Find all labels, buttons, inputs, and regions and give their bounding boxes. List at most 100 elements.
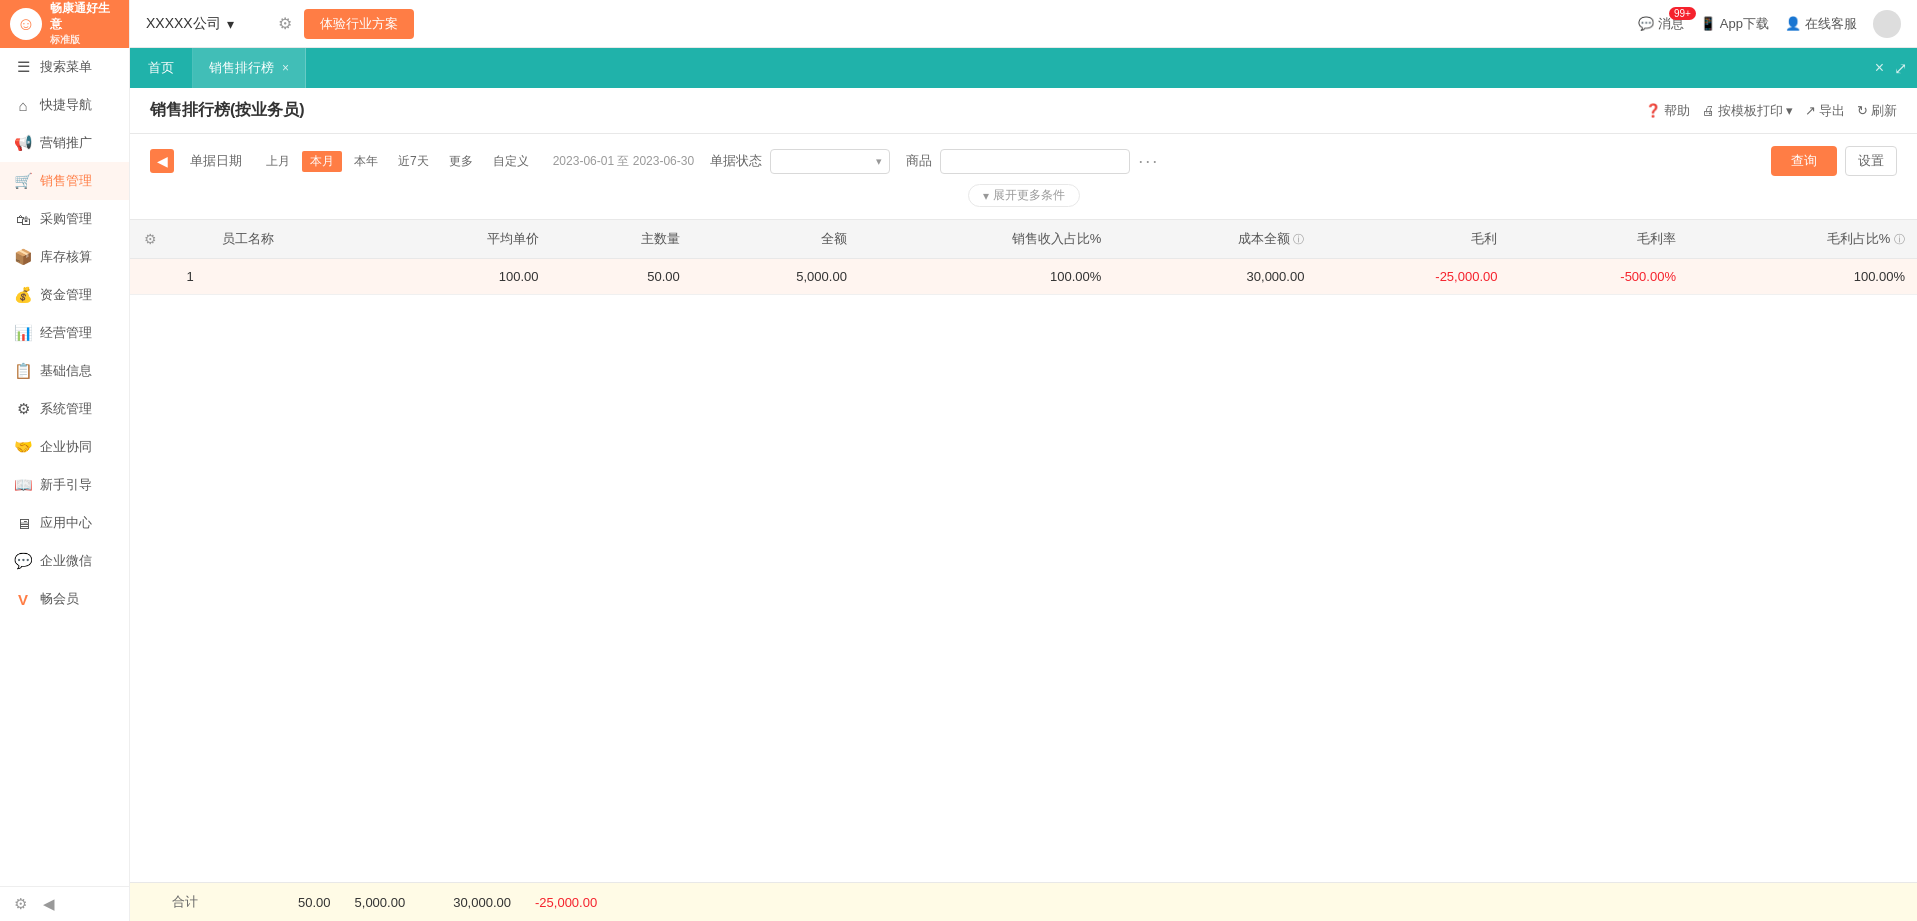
finance-icon: 💰 [14,286,32,304]
trial-button[interactable]: 体验行业方案 [304,9,414,39]
sidebar-settings-icon[interactable]: ⚙ [14,895,27,913]
gross-pct-info-icon[interactable]: ⓘ [1894,233,1905,245]
column-settings-icon[interactable]: ⚙ [144,231,157,247]
tab-sales-ranking[interactable]: 销售排行榜 × [193,48,306,88]
sidebar-bottom: ⚙ ◀ [0,886,129,921]
search-menu-icon: ☰ [14,58,32,76]
topbar-right: 💬 消息 99+ 📱 App下载 👤 在线客服 [1638,10,1901,38]
rank-header [170,220,210,259]
company-name: XXXXX公司 [146,15,221,33]
date-tab-custom[interactable]: 自定义 [485,151,537,172]
download-icon: 📱 [1700,16,1716,31]
tabbar: 首页 销售排行榜 × × ⤢ [130,48,1917,88]
logo-text: 畅康通好生意 标准版 [50,1,119,46]
main-qty-header: 主数量 [551,220,692,259]
footer-cost: 30,000.00 [441,895,523,910]
table-row: 1 100.00 50.00 5,000.00 100.00% 30,000.0… [130,259,1917,295]
footer-gross: -25,000.00 [523,895,609,910]
sidebar-item-inventory[interactable]: 📦 库存核算 [0,238,129,276]
company-selector[interactable]: XXXXX公司 ▾ [146,15,266,33]
service-icon: 👤 [1785,16,1801,31]
sidebar-item-system[interactable]: ⚙ 系统管理 [0,390,129,428]
expand-conditions-button[interactable]: ▾ 展开更多条件 [968,184,1080,207]
avg-price-header: 平均单价 [380,220,550,259]
tab-close-icon[interactable]: × [282,61,289,75]
sidebar-item-sales[interactable]: 🛒 销售管理 [0,162,129,200]
date-tab-7days[interactable]: 近7天 [390,151,437,172]
help-icon: ❓ [1645,103,1661,118]
footer-cells: 50.00 5,000.00 30,000.00 -25,000.00 [262,895,1905,910]
sidebar-item-collab[interactable]: 🤝 企业协同 [0,428,129,466]
collab-icon: 🤝 [14,438,32,456]
message-button[interactable]: 💬 消息 99+ [1638,15,1684,33]
table-wrap: ⚙ 员工名称 平均单价 主数量 全额 销售收入占比% 成本全额 ⓘ 毛利 [130,220,1917,882]
cost-info-icon[interactable]: ⓘ [1293,233,1304,245]
print-button[interactable]: 🖨 按模板打印 ▾ [1702,102,1793,120]
footer-label: 合计 [142,893,262,911]
topbar: XXXXX公司 ▾ ⚙ 体验行业方案 💬 消息 99+ 📱 App下载 👤 在线… [130,0,1917,48]
window-expand-icon[interactable]: ⤢ [1894,59,1907,78]
avg-price-cell: 100.00 [380,259,550,295]
date-tab-prev-month[interactable]: 上月 [258,151,298,172]
user-avatar[interactable] [1873,10,1901,38]
company-arrow-icon: ▾ [227,16,234,32]
data-table: ⚙ 员工名称 平均单价 主数量 全额 销售收入占比% 成本全额 ⓘ 毛利 [130,220,1917,295]
employee-header: 员工名称 [210,220,380,259]
tabbar-right: × ⤢ [1865,48,1917,88]
topbar-settings-icon[interactable]: ⚙ [278,14,292,33]
app-center-icon: 🖥 [14,515,32,532]
gross-pct-header: 毛利占比% ⓘ [1688,220,1917,259]
sidebar-item-marketing[interactable]: 📢 营销推广 [0,124,129,162]
filter-row: ◀ 单据日期 上月 本月 本年 近7天 更多 自定义 2023-06-01 至 … [150,146,1897,176]
wechat-icon: 💬 [14,552,32,570]
export-icon: ↗ [1805,103,1816,118]
sidebar-item-quick-nav[interactable]: ⌂ 快捷导航 [0,86,129,124]
sidebar-collapse-icon[interactable]: ◀ [43,895,55,913]
date-tab-more[interactable]: 更多 [441,151,481,172]
status-label: 单据状态 [710,152,762,170]
goods-input[interactable] [940,149,1130,174]
sidebar-item-operations[interactable]: 📊 经营管理 [0,314,129,352]
footer-avg-price [262,895,286,910]
system-icon: ⚙ [14,400,32,418]
marketing-icon: 📢 [14,134,32,152]
sidebar-item-finance[interactable]: 💰 资金管理 [0,276,129,314]
gross-cell: -25,000.00 [1316,259,1509,295]
table-footer: 合计 50.00 5,000.00 30,000.00 -25,000.00 [130,882,1917,921]
window-close-icon[interactable]: × [1875,59,1884,77]
status-select[interactable] [770,149,890,174]
sidebar-item-search[interactable]: ☰ 搜索菜单 [0,48,129,86]
amount-cell: 5,000.00 [692,259,859,295]
operations-icon: 📊 [14,324,32,342]
sidebar-item-wechat[interactable]: 💬 企业微信 [0,542,129,580]
filter-actions: 查询 设置 [1771,146,1897,176]
more-filters-icon[interactable]: ··· [1138,151,1159,172]
main-area: XXXXX公司 ▾ ⚙ 体验行业方案 💬 消息 99+ 📱 App下载 👤 在线… [130,0,1917,921]
status-select-wrap[interactable] [770,149,890,174]
home-icon: ⌂ [14,97,32,114]
gross-rate-header: 毛利率 [1509,220,1687,259]
app-download-button[interactable]: 📱 App下载 [1700,15,1769,33]
sidebar-item-basic-info[interactable]: 📋 基础信息 [0,352,129,390]
sidebar-item-purchase[interactable]: 🛍 采购管理 [0,200,129,238]
content-area: 销售排行榜(按业务员) ❓ 帮助 🖨 按模板打印 ▾ ↗ 导出 ↻ 刷新 [130,88,1917,921]
page-header: 销售排行榜(按业务员) ❓ 帮助 🖨 按模板打印 ▾ ↗ 导出 ↻ 刷新 [130,88,1917,134]
filter-collapse-button[interactable]: ◀ [150,149,174,173]
expand-icon: ▾ [983,189,989,203]
refresh-button[interactable]: ↻ 刷新 [1857,102,1897,120]
help-button[interactable]: ❓ 帮助 [1645,102,1690,120]
tab-home[interactable]: 首页 [130,48,193,88]
gross-header: 毛利 [1316,220,1509,259]
sidebar-item-guide[interactable]: 📖 新手引导 [0,466,129,504]
sidebar-item-member[interactable]: V 畅会员 [0,580,129,618]
status-filter-group: 单据状态 [710,149,890,174]
online-service-button[interactable]: 👤 在线客服 [1785,15,1857,33]
date-tab-this-month[interactable]: 本月 [302,151,342,172]
sidebar-item-app-center[interactable]: 🖥 应用中心 [0,504,129,542]
date-tab-this-year[interactable]: 本年 [346,151,386,172]
query-button[interactable]: 查询 [1771,146,1837,176]
filter-settings-button[interactable]: 设置 [1845,146,1897,176]
page-header-actions: ❓ 帮助 🖨 按模板打印 ▾ ↗ 导出 ↻ 刷新 [1645,102,1897,132]
export-button[interactable]: ↗ 导出 [1805,102,1845,120]
footer-amount: 5,000.00 [343,895,418,910]
